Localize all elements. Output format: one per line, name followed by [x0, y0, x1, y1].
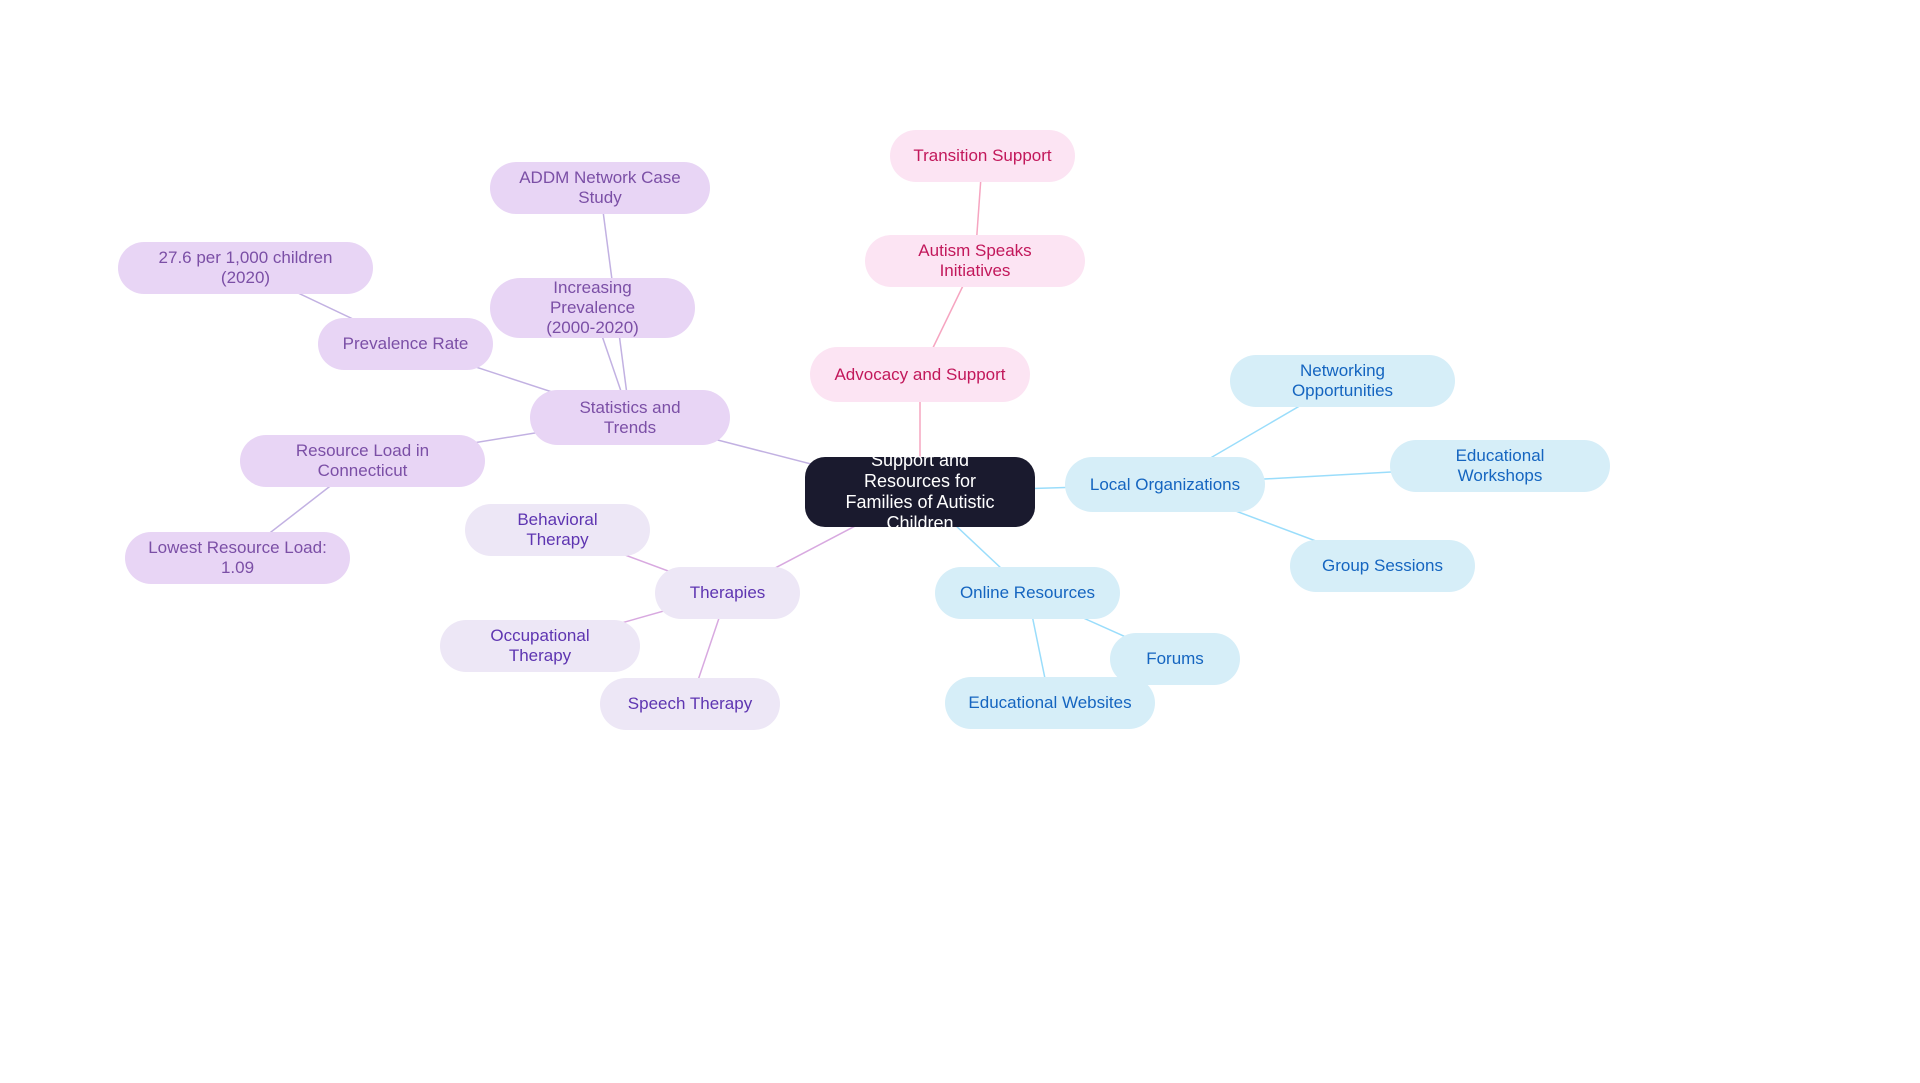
node-advocacy: Advocacy and Support: [810, 347, 1030, 402]
node-statistics: Statistics and Trends: [530, 390, 730, 445]
node-per1000: 27.6 per 1,000 children (2020): [118, 242, 373, 294]
node-increasingPrevalence: Increasing Prevalence(2000-2020): [490, 278, 695, 338]
center-node: Support and Resources forFamilies of Aut…: [805, 457, 1035, 527]
node-localOrgs: Local Organizations: [1065, 457, 1265, 512]
node-lowestResource: Lowest Resource Load: 1.09: [125, 532, 350, 584]
node-networking: Networking Opportunities: [1230, 355, 1455, 407]
node-behavioral: Behavioral Therapy: [465, 504, 650, 556]
node-transition: Transition Support: [890, 130, 1075, 182]
node-groupSessions: Group Sessions: [1290, 540, 1475, 592]
node-resourceLoad: Resource Load in Connecticut: [240, 435, 485, 487]
node-occupational: Occupational Therapy: [440, 620, 640, 672]
node-therapies: Therapies: [655, 567, 800, 619]
node-onlineResources: Online Resources: [935, 567, 1120, 619]
node-prevalenceRate: Prevalence Rate: [318, 318, 493, 370]
node-autismSpeaks: Autism Speaks Initiatives: [865, 235, 1085, 287]
node-addm: ADDM Network Case Study: [490, 162, 710, 214]
node-eduWorkshops: Educational Workshops: [1390, 440, 1610, 492]
mindmap-container: Support and Resources forFamilies of Aut…: [0, 0, 1920, 1083]
node-eduWebsites: Educational Websites: [945, 677, 1155, 729]
node-speech: Speech Therapy: [600, 678, 780, 730]
